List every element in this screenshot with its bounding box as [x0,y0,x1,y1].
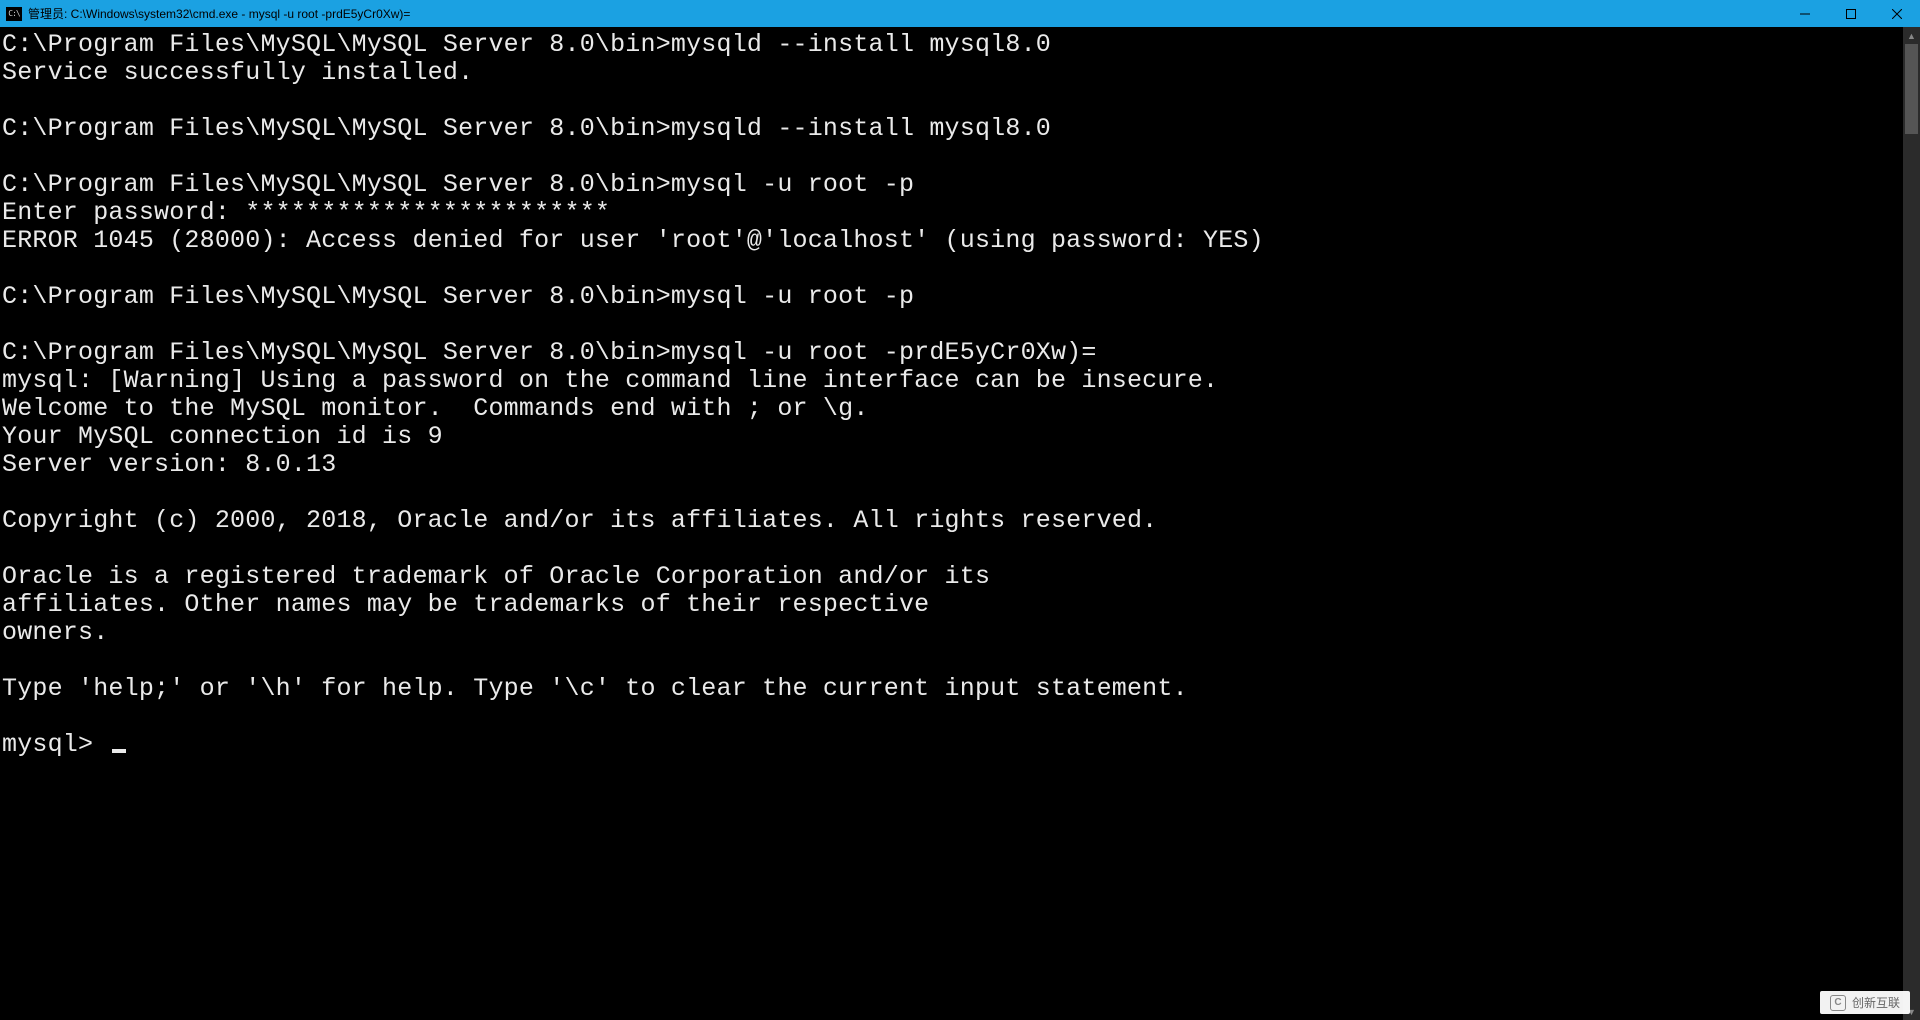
watermark-badge: C 创新互联 [1820,991,1910,1014]
window-controls [1782,0,1920,27]
minimize-button[interactable] [1782,0,1828,27]
cursor-icon [112,749,126,753]
watermark-text: 创新互联 [1852,994,1900,1011]
titlebar[interactable]: C:\ 管理员: C:\Windows\system32\cmd.exe - m… [0,0,1920,27]
watermark-logo-icon: C [1830,995,1846,1011]
cmd-icon: C:\ [6,7,22,21]
window-title: 管理员: C:\Windows\system32\cmd.exe - mysql… [28,5,410,22]
terminal-output[interactable]: C:\Program Files\MySQL\MySQL Server 8.0\… [0,27,1903,1020]
scroll-up-arrow-icon[interactable]: ▲ [1903,27,1920,44]
vertical-scrollbar[interactable]: ▲ ▼ [1903,27,1920,1020]
maximize-button[interactable] [1828,0,1874,27]
terminal-area: C:\Program Files\MySQL\MySQL Server 8.0\… [0,27,1920,1020]
scrollbar-thumb[interactable] [1905,44,1918,134]
cmd-window: C:\ 管理员: C:\Windows\system32\cmd.exe - m… [0,0,1920,1020]
maximize-icon [1846,9,1856,19]
close-button[interactable] [1874,0,1920,27]
minimize-icon [1800,9,1810,19]
close-icon [1892,9,1902,19]
